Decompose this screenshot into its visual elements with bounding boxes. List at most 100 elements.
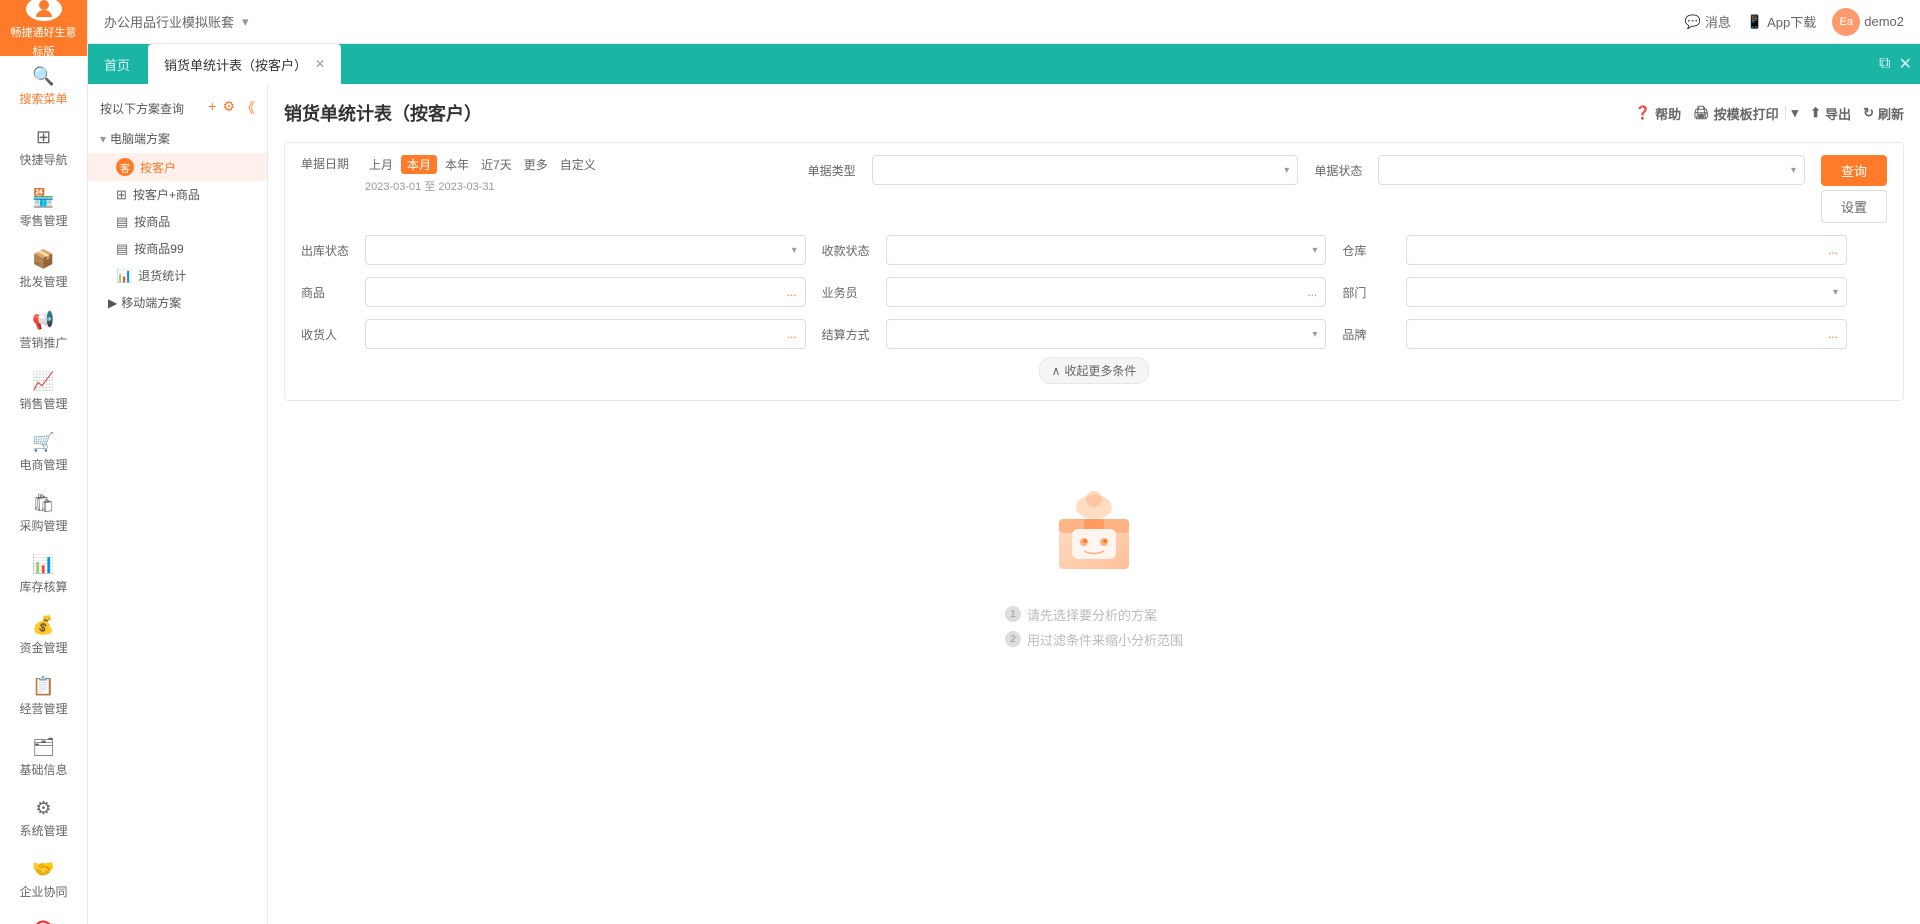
download-btn[interactable]: 📱 App下载 [1747, 12, 1816, 31]
sidebar-item-nav[interactable]: ⊞ 快捷导航 [0, 117, 87, 178]
tree-child-customer-goods[interactable]: ⊞ 按客户+商品 [88, 181, 267, 208]
query-button[interactable]: 查询 [1821, 155, 1887, 186]
restore-icon[interactable]: ⧉ [1879, 55, 1890, 73]
tab-close-icon[interactable]: ✕ [315, 57, 325, 71]
collapse-label: 收起更多条件 [1064, 362, 1136, 379]
tree-child-goods[interactable]: ▤ 按商品 [88, 208, 267, 235]
close-window-icon[interactable]: ✕ [1899, 54, 1912, 74]
out-status-select[interactable]: ▾ [365, 235, 806, 265]
department-chevron-icon: ▾ [1833, 287, 1838, 298]
tree-child-returns[interactable]: 📊 退货统计 [88, 262, 267, 289]
date-label: 单据日期 [301, 155, 357, 172]
tab-home[interactable]: 首页 [88, 44, 146, 84]
dropdown-label: 办公用品行业模拟账套 [104, 12, 234, 31]
empty-tips-list: 1 请先选择要分析的方案 2 用过滤条件来缩小分析范围 [1005, 605, 1183, 655]
sidebar-item-inventory[interactable]: 📊 库存核算 [0, 544, 87, 605]
date-tab-7days[interactable]: 近7天 [477, 155, 516, 174]
tab-sales-report[interactable]: 销货单统计表（按客户） ✕ [148, 44, 341, 84]
inventory-icon: 📊 [32, 554, 54, 575]
date-tab-this-year[interactable]: 本年 [441, 155, 473, 174]
business-icon: 📋 [32, 676, 54, 697]
sidebar-item-sales[interactable]: 📈 销售管理 [0, 361, 87, 422]
salesperson-select[interactable]: ... [886, 277, 1327, 307]
goods-select[interactable]: ... [365, 277, 806, 307]
sidebar: 畅捷通好生意 标版 🔍 搜索菜单 ⊞ 快捷导航 🏪 零售管理 📦 批发管理 📢 … [0, 0, 88, 924]
date-tab-more[interactable]: 更多 [520, 155, 552, 174]
sidebar-item-purchase[interactable]: 🛍 采购管理 [0, 483, 87, 544]
download-label: App下载 [1767, 12, 1816, 31]
purchase-icon: 🛍 [32, 493, 55, 514]
brand-select[interactable]: ... [1406, 319, 1847, 349]
basic-icon: 🗂 [32, 737, 55, 758]
collapse-btn[interactable]: ∧ 收起更多条件 [1039, 357, 1150, 384]
marketing-icon: 📢 [32, 310, 54, 331]
doc-status-chevron-icon: ▾ [1791, 165, 1796, 176]
brand-group: 品牌 ... [1342, 319, 1847, 349]
sidebar-label-retail: 零售管理 [19, 212, 67, 229]
enterprise-icon: 🤝 [32, 859, 54, 880]
ecommerce-icon: 🛒 [32, 432, 54, 453]
nav-icon: ⊞ [36, 127, 51, 148]
collapse-panel-icon[interactable]: 《 [241, 98, 255, 118]
avatar: Ea [1832, 8, 1860, 36]
dropdown-arrow-icon[interactable]: ▾ [242, 14, 249, 30]
sidebar-label-system: 系统管理 [19, 822, 67, 839]
add-scheme-icon[interactable]: + [208, 98, 216, 118]
sidebar-item-system[interactable]: ⚙ 系统管理 [0, 788, 87, 849]
filter-row-3: 商品 ... 业务员 ... 部门 [301, 277, 1887, 307]
empty-illustration [1034, 469, 1154, 589]
sidebar-label-purchase: 采购管理 [19, 517, 67, 534]
sidebar-item-business[interactable]: 📋 经营管理 [0, 666, 87, 727]
sidebar-label-basic: 基础信息 [19, 761, 67, 778]
print-dropdown-icon[interactable]: ▾ [1792, 105, 1799, 121]
sidebar-item-enterprise[interactable]: 🤝 企业协同 [0, 849, 87, 910]
doc-type-label: 单据类型 [808, 162, 864, 179]
user-area[interactable]: Ea demo2 [1832, 8, 1904, 36]
sidebar-item-marketing[interactable]: 📢 营销推广 [0, 300, 87, 361]
brand-dots-icon: ... [1828, 327, 1838, 341]
warehouse-select[interactable]: ... [1406, 235, 1847, 265]
doc-type-chevron-icon: ▾ [1284, 165, 1289, 176]
date-filter-group: 单据日期 上月 本月 本年 近7天 更多 自定义 2023-03-01 至 20… [301, 155, 792, 194]
sidebar-item-wholesale[interactable]: 📦 批发管理 [0, 239, 87, 300]
date-tab-this-month[interactable]: 本月 [401, 155, 437, 174]
sidebar-label-finance: 资金管理 [19, 639, 67, 656]
left-panel-icons: + ⚙ 《 [208, 98, 255, 118]
sidebar-item-basic[interactable]: 🗂 基础信息 [0, 727, 87, 788]
main-area: 办公用品行业模拟账套 ▾ 💬 消息 📱 App下载 Ea demo2 首页 [88, 0, 1920, 924]
sidebar-item-search[interactable]: 🔍 搜索菜单 [0, 56, 87, 117]
settings-button[interactable]: 设置 [1821, 190, 1887, 223]
date-tab-last-month[interactable]: 上月 [365, 155, 397, 174]
sidebar-item-ecommerce[interactable]: 🛒 电商管理 [0, 422, 87, 483]
consignee-select[interactable]: ... [365, 319, 806, 349]
goods-dots-icon: ... [787, 285, 797, 299]
doc-type-group: 单据类型 ▾ [808, 155, 1299, 185]
tree-child-goods99[interactable]: ▤ 按商品99 [88, 235, 267, 262]
app-name: 畅捷通好生意 [11, 24, 77, 40]
doc-type-select[interactable]: ▾ [872, 155, 1299, 185]
date-tabs: 上月 本月 本年 近7天 更多 自定义 [365, 155, 792, 174]
date-tab-custom[interactable]: 自定义 [556, 155, 600, 174]
refresh-btn[interactable]: ↻ 刷新 [1863, 104, 1904, 123]
warehouse-label: 仓库 [1342, 242, 1398, 259]
print-btn[interactable]: 🖨 按模板打印 ▾ [1693, 104, 1798, 123]
bar-icon: 📊 [116, 268, 132, 284]
setting-scheme-icon[interactable]: ⚙ [222, 98, 235, 118]
sidebar-label-business: 经营管理 [19, 700, 67, 717]
payment-status-select[interactable]: ▾ [886, 235, 1327, 265]
export-btn[interactable]: ⬆ 导出 [1810, 104, 1851, 123]
sidebar-item-retail[interactable]: 🏪 零售管理 [0, 178, 87, 239]
consignee-group: 收货人 ... [301, 319, 806, 349]
tree-parent-desktop[interactable]: ▾ 电脑端方案 [88, 124, 267, 153]
settlement-select[interactable]: ▾ [886, 319, 1327, 349]
tree-parent-mobile[interactable]: ▶ 移动端方案 [88, 289, 267, 316]
tree-child-by-customer[interactable]: 客 按客户 [88, 153, 267, 181]
message-btn[interactable]: 💬 消息 [1685, 12, 1731, 31]
collapse-up-icon: ∧ [1052, 364, 1061, 378]
department-select[interactable]: ▾ [1406, 277, 1847, 307]
help-btn[interactable]: ❓ 帮助 [1635, 104, 1681, 123]
sidebar-item-finance[interactable]: 💰 资金管理 [0, 605, 87, 666]
doc-status-select[interactable]: ▾ [1378, 155, 1805, 185]
logo-icon [26, 0, 62, 21]
sidebar-item-guide[interactable]: 🎯 新手引导 [0, 910, 87, 924]
